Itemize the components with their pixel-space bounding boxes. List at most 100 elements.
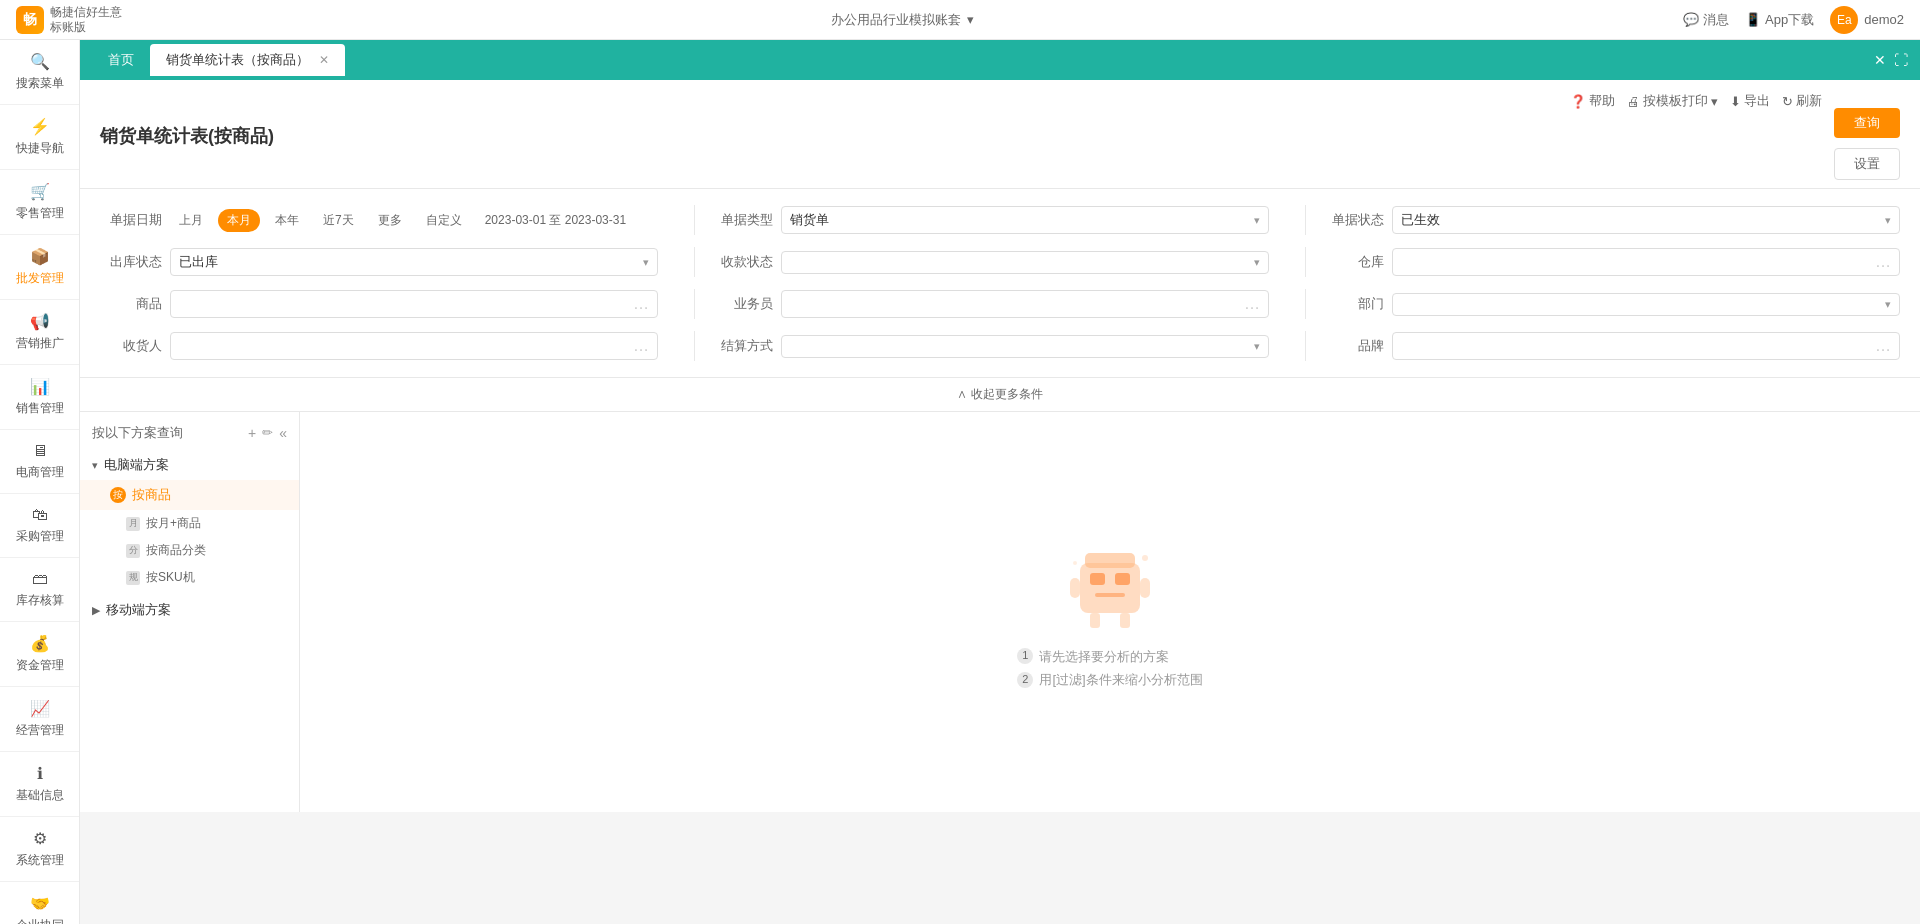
doc-type-label: 单据类型 [711,211,781,229]
content-body: 按以下方案查询 + ✏ « ▾ 电脑端方案 [80,412,1920,812]
sidebar-item-wholesale[interactable]: 📦 批发管理 [0,235,79,300]
sub-item-by-month-goods[interactable]: 月 按月+商品 [80,510,299,537]
sidebar-item-retail[interactable]: 🛒 零售管理 [0,170,79,235]
sidebar-item-finance[interactable]: 💰 资金管理 [0,622,79,687]
date-pill-7days[interactable]: 近7天 [314,209,363,232]
date-pill-this-year[interactable]: 本年 [266,209,308,232]
tip-num-2: 2 [1017,672,1033,688]
sidebar-item-basic[interactable]: ℹ 基础信息 [0,752,79,817]
receipt-status-select[interactable]: ▾ [781,251,1269,274]
help-btn[interactable]: ❓ 帮助 [1570,92,1615,110]
basic-icon: ℹ [37,764,43,783]
industry-selector[interactable]: 办公用品行业模拟账套 ▾ [831,11,974,29]
export-btn[interactable]: ⬇ 导出 [1730,92,1770,110]
collapse-bar[interactable]: ∧ 收起更多条件 [80,378,1920,412]
add-scheme-btn[interactable]: + [248,425,256,441]
sidebar-item-inventory[interactable]: 🗃 库存核算 [0,558,79,622]
date-pill-more[interactable]: 更多 [369,209,411,232]
svg-rect-4 [1070,578,1080,598]
divider-5 [694,289,695,319]
out-status-select[interactable]: 已出库 ▾ [170,248,658,276]
tab-home[interactable]: 首页 [92,44,150,76]
top-bar-right: 💬 消息 📱 App下载 Ea demo2 [1683,6,1904,34]
sidebar-item-enterprise[interactable]: 🤝 企业协同 [0,882,79,924]
left-panel: 按以下方案查询 + ✏ « ▾ 电脑端方案 [80,412,300,812]
goods-input[interactable]: … [170,290,658,318]
doc-status-select[interactable]: 已生效 ▾ [1392,206,1900,234]
user-area[interactable]: Ea demo2 [1830,6,1904,34]
sidebar-item-quick-nav[interactable]: ⚡ 快捷导航 [0,105,79,170]
sidebar-item-ecommerce[interactable]: 🖥 电商管理 [0,430,79,494]
receipt-status-arrow-icon: ▾ [1254,256,1260,269]
wholesale-icon: 📦 [30,247,50,266]
dept-arrow-icon: ▾ [1885,298,1891,311]
empty-icon [1060,533,1160,633]
sidebar-item-operation[interactable]: 📈 经营管理 [0,687,79,752]
scheme-pc-arrow-icon: ▾ [92,459,98,472]
edit-scheme-btn[interactable]: ✏ [262,425,273,441]
doc-type-select[interactable]: 销货单 ▾ [781,206,1269,234]
page-title: 销货单统计表(按商品) [100,124,274,148]
receiver-input[interactable]: … [170,332,658,360]
svg-rect-0 [1080,563,1140,613]
sidebar-item-system[interactable]: ⚙ 系统管理 [0,817,79,882]
app-download-btn[interactable]: 📱 App下载 [1745,11,1814,29]
divider-7 [694,331,695,361]
goods-dots[interactable]: … [633,295,649,313]
brand-input[interactable]: … [1392,332,1900,360]
scheme-item-by-goods[interactable]: 按 按商品 [80,480,299,510]
receiver-dots[interactable]: … [633,337,649,355]
scheme-group-pc-header[interactable]: ▾ 电脑端方案 [80,450,299,480]
divider-4 [1305,247,1306,277]
page-content: 销货单统计表(按商品) ❓ 帮助 🖨 按模板打印 ▾ ⬇ [80,80,1920,924]
template-print-btn[interactable]: 🖨 按模板打印 ▾ [1627,92,1718,110]
tab-maximize-icon[interactable]: ⛶ [1894,52,1908,68]
tab-close-all-icon[interactable]: ✕ [1874,52,1886,68]
sidebar-item-sales[interactable]: 📊 销售管理 [0,365,79,430]
logo-text: 畅捷信好生意 标账版 [50,5,122,34]
date-pill-this-month[interactable]: 本月 [218,209,260,232]
svg-point-10 [1073,561,1077,565]
scheme-mobile-arrow-icon: ▶ [92,604,100,617]
svg-rect-7 [1120,613,1130,628]
settings-button[interactable]: 设置 [1834,148,1900,180]
salesperson-dots[interactable]: … [1244,295,1260,313]
doc-status-label: 单据状态 [1322,211,1392,229]
sub-item-by-goods-category[interactable]: 分 按商品分类 [80,537,299,564]
out-status-label: 出库状态 [100,253,170,271]
query-button[interactable]: 查询 [1834,108,1900,138]
message-btn[interactable]: 💬 消息 [1683,11,1729,29]
receiver-label: 收货人 [100,337,170,355]
message-icon: 💬 [1683,12,1699,27]
purchase-icon: 🛍 [32,506,48,524]
brand-dots[interactable]: … [1875,337,1891,355]
enterprise-icon: 🤝 [30,894,50,913]
tab-active[interactable]: 销货单统计表（按商品） ✕ [150,44,345,76]
payment-label: 结算方式 [711,337,781,355]
refresh-btn[interactable]: ↻ 刷新 [1782,92,1822,110]
warehouse-input[interactable]: … [1392,248,1900,276]
dropdown-icon[interactable]: ▾ [967,12,974,27]
page-header-actions: ❓ 帮助 🖨 按模板打印 ▾ ⬇ 导出 ↻ [1570,92,1822,110]
warehouse-dots[interactable]: … [1875,253,1891,271]
collapse-panel-btn[interactable]: « [279,425,287,441]
dept-select[interactable]: ▾ [1392,293,1900,316]
sub-item-by-sku[interactable]: 规 按SKU机 [80,564,299,591]
sidebar-item-purchase[interactable]: 🛍 采购管理 [0,494,79,558]
sidebar-item-marketing[interactable]: 📢 营销推广 [0,300,79,365]
payment-select[interactable]: ▾ [781,335,1269,358]
action-buttons: 查询 设置 [1834,92,1900,180]
tab-close-icon[interactable]: ✕ [319,53,329,67]
template-print-dropdown-icon[interactable]: ▾ [1711,94,1718,109]
system-icon: ⚙ [33,829,47,848]
goods-label: 商品 [100,295,170,313]
left-panel-header: 按以下方案查询 + ✏ « [80,424,299,450]
date-pill-custom[interactable]: 自定义 [417,209,471,232]
scheme-group-mobile-header[interactable]: ▶ 移动端方案 [80,595,299,625]
sidebar-item-search[interactable]: 🔍 搜索菜单 [0,40,79,105]
brand-label: 品牌 [1322,337,1392,355]
out-status-value: 已出库 [179,253,218,271]
doc-type-value: 销货单 [790,211,829,229]
date-pill-prev-month[interactable]: 上月 [170,209,212,232]
salesperson-input[interactable]: … [781,290,1269,318]
